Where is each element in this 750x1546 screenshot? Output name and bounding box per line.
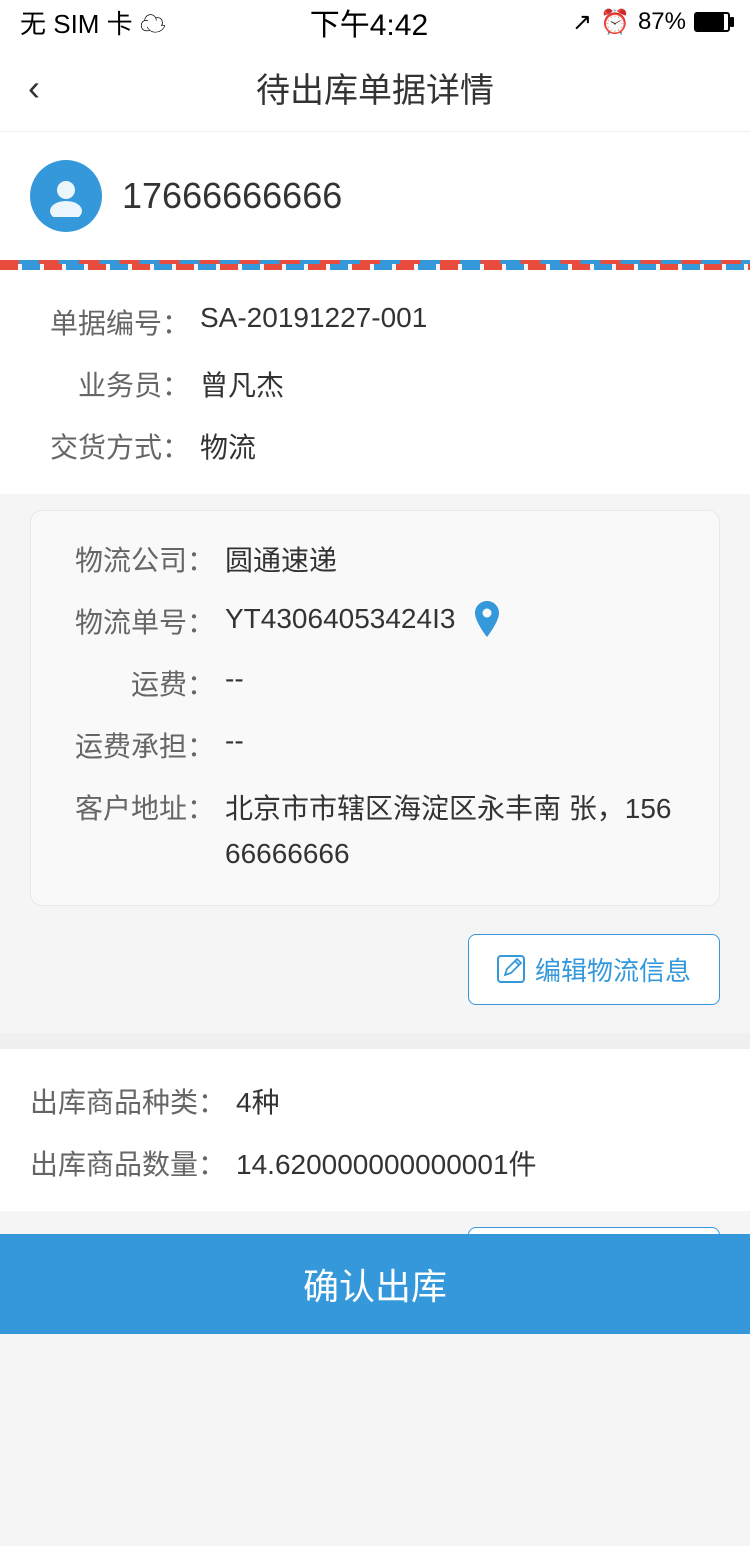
- product-info-section: 出库商品种类： 4种 出库商品数量： 14.620000000000001件: [0, 1049, 750, 1211]
- freight-bearer-label: 运费承担：: [55, 725, 215, 765]
- order-no-value: SA-20191227-001: [190, 302, 720, 334]
- product-types-label: 出库商品种类：: [30, 1081, 226, 1121]
- freight-row: 运费： --: [55, 663, 695, 703]
- order-no-label: 单据编号：: [30, 302, 190, 342]
- edit-logistics-button[interactable]: 编辑物流信息: [468, 934, 720, 1005]
- confirm-outbound-button[interactable]: 确认出库: [0, 1234, 750, 1334]
- edit-logistics-wrap: 编辑物流信息: [0, 934, 750, 1033]
- logistics-card: 物流公司： 圆通速递 物流单号： YT43064053424I3 运费： -- …: [30, 510, 720, 906]
- alarm-icon: ⏰: [600, 8, 630, 37]
- tracking-no-label: 物流单号：: [55, 601, 215, 641]
- location-status-icon: ↗: [572, 8, 592, 37]
- freight-value: --: [215, 663, 695, 695]
- order-info-section: 单据编号： SA-20191227-001 业务员： 曾凡杰 交货方式： 物流: [0, 270, 750, 494]
- freight-bearer-value: --: [215, 725, 695, 757]
- edit-icon: [497, 955, 525, 983]
- user-avatar-icon: [45, 175, 87, 217]
- tracking-no-row: 物流单号： YT43064053424I3: [55, 601, 695, 641]
- logistics-company-value: 圆通速递: [215, 539, 695, 579]
- address-value: 北京市市辖区海淀区永丰南 张，156 66666666: [215, 787, 695, 877]
- sim-status: 无 SIM 卡 ☁: [20, 4, 166, 41]
- status-time: 下午4:42: [310, 0, 428, 44]
- freight-label: 运费：: [55, 663, 215, 703]
- product-types-value: 4种: [226, 1081, 720, 1121]
- sales-person-value: 曾凡杰: [190, 364, 720, 404]
- user-phone: 17666666666: [122, 175, 342, 217]
- status-left: 无 SIM 卡 ☁: [20, 4, 166, 41]
- back-button[interactable]: ‹: [28, 67, 40, 109]
- edit-logistics-label: 编辑物流信息: [535, 951, 691, 988]
- status-bar: 无 SIM 卡 ☁ 下午4:42 ↗ ⏰ 87%: [0, 0, 750, 44]
- product-quantity-label: 出库商品数量：: [30, 1143, 226, 1183]
- confirm-outbound-label: 确认出库: [303, 1258, 447, 1310]
- address-label: 客户地址：: [55, 787, 215, 827]
- sales-person-row: 业务员： 曾凡杰: [30, 364, 720, 404]
- sales-person-label: 业务员：: [30, 364, 190, 404]
- section-separator: [0, 1033, 750, 1049]
- product-quantity-row: 出库商品数量： 14.620000000000001件: [30, 1143, 720, 1183]
- battery-icon: [694, 12, 730, 32]
- delivery-method-value: 物流: [190, 426, 720, 466]
- delivery-method-label: 交货方式：: [30, 426, 190, 466]
- logistics-company-label: 物流公司：: [55, 539, 215, 579]
- nav-bar: ‹ 待出库单据详情: [0, 44, 750, 132]
- content-spacer: [0, 1326, 750, 1446]
- order-no-row: 单据编号： SA-20191227-001: [30, 302, 720, 342]
- address-row: 客户地址： 北京市市辖区海淀区永丰南 张，156 66666666: [55, 787, 695, 877]
- avatar: [30, 160, 102, 232]
- product-quantity-value: 14.620000000000001件: [226, 1143, 720, 1183]
- product-types-row: 出库商品种类： 4种: [30, 1081, 720, 1121]
- user-header: 17666666666: [0, 132, 750, 264]
- tracking-no-value: YT43064053424I3: [215, 601, 695, 637]
- location-icon[interactable]: [469, 601, 505, 637]
- delivery-method-row: 交货方式： 物流: [30, 426, 720, 466]
- page-title: 待出库单据详情: [256, 63, 494, 112]
- battery-level: 87%: [638, 8, 686, 36]
- status-right: ↗ ⏰ 87%: [572, 8, 730, 37]
- logistics-company-row: 物流公司： 圆通速递: [55, 539, 695, 579]
- freight-bearer-row: 运费承担： --: [55, 725, 695, 765]
